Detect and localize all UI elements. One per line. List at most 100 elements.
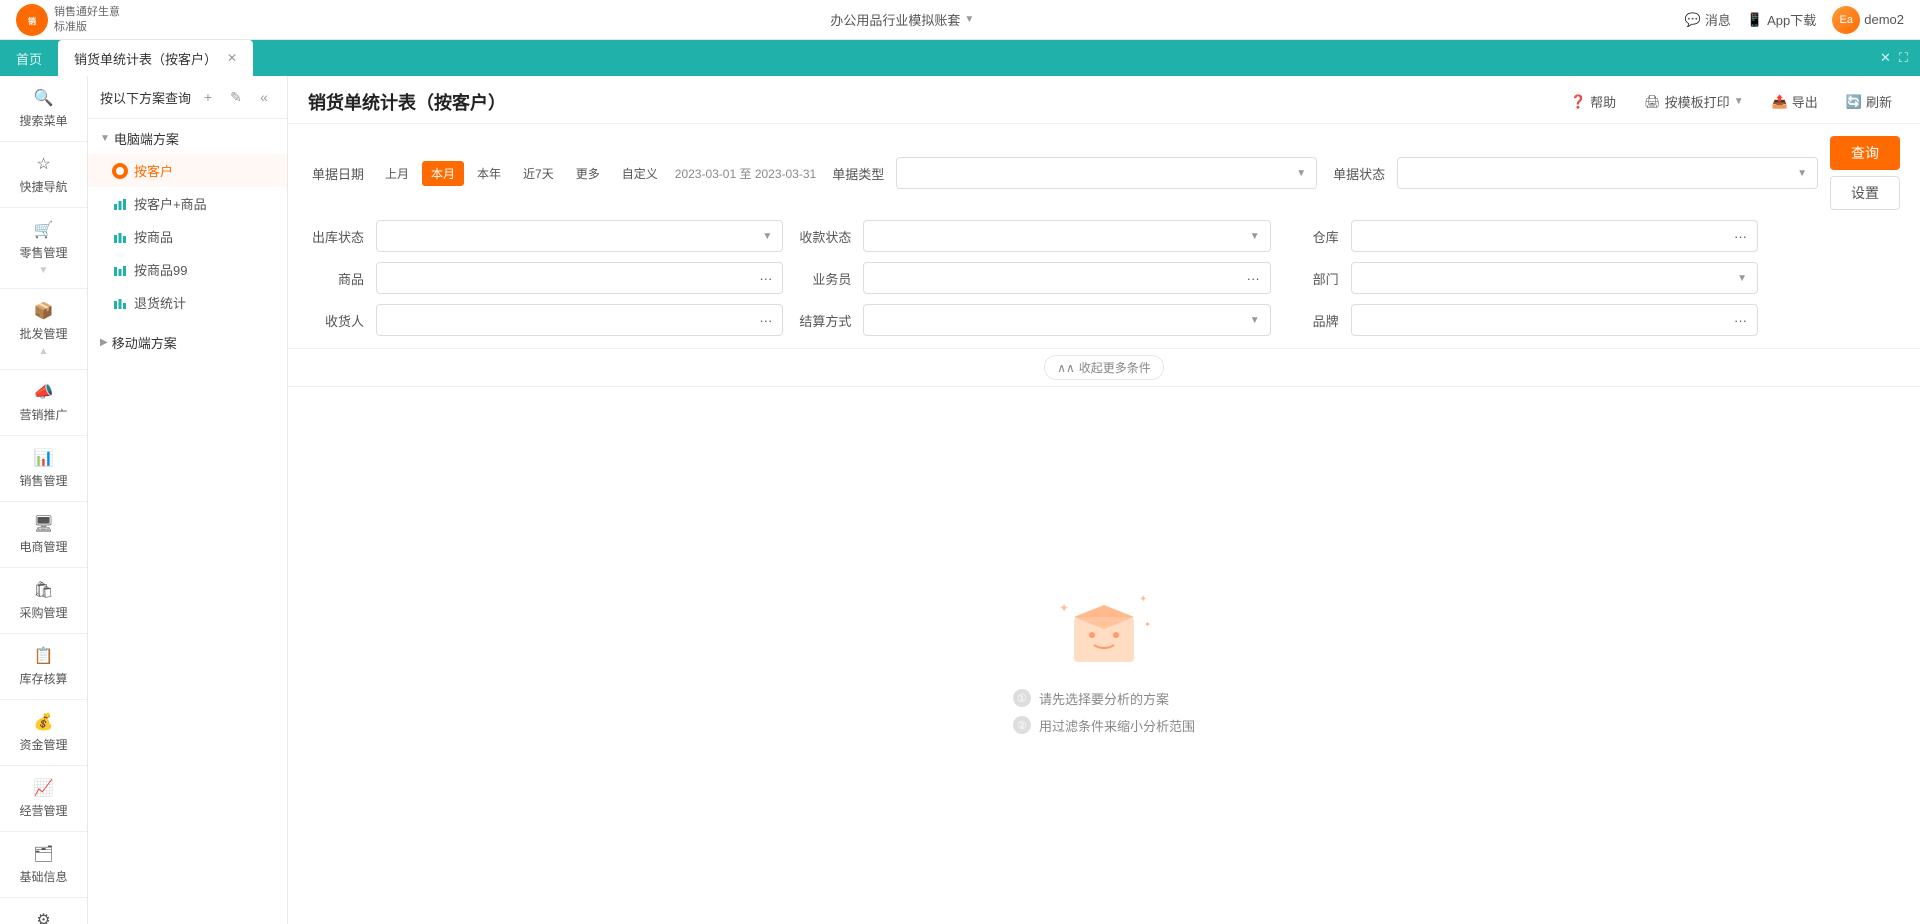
product-input[interactable]: ··· — [376, 262, 783, 294]
collapse-scheme-btn[interactable]: « — [253, 86, 275, 108]
print-icon: 🖨 — [1644, 94, 1661, 110]
scheme-item-by-customer[interactable]: 按客户 — [88, 154, 287, 187]
more-btn[interactable]: 更多 — [567, 161, 609, 186]
sidebar-item-finance[interactable]: 💰 资金管理 — [0, 700, 87, 766]
date-range-display: 2023-03-01 至 2023-03-31 — [675, 165, 816, 182]
export-btn[interactable]: 📤 导出 — [1764, 88, 1826, 115]
last-month-btn[interactable]: 上月 — [376, 161, 418, 186]
warehouse-label: 仓库 — [1283, 227, 1339, 246]
chart-icon-4 — [112, 295, 128, 311]
filter-row-2: 出库状态 ▼ 收款状态 ▼ 仓库 ··· — [308, 220, 1900, 252]
app-title-area[interactable]: 办公用品行业模拟账套 ▼ — [830, 10, 974, 29]
brand-input[interactable]: ··· — [1351, 304, 1758, 336]
sidebar-item-shortcut[interactable]: ☆ 快捷导航 — [0, 142, 87, 208]
salesman-dots-icon: ··· — [1247, 271, 1260, 286]
order-status-select[interactable]: ▼ — [1397, 157, 1818, 189]
header-right: 💬 消息 📱 App下载 Ea demo2 — [1685, 6, 1904, 34]
filter-row-3: 商品 ··· 业务员 ··· 部门 ▼ — [308, 262, 1900, 294]
export-icon: 📤 — [1772, 94, 1788, 110]
filter-row-4: 收货人 ··· 结算方式 ▼ 品牌 ··· — [308, 304, 1900, 336]
app-title-dropdown-icon: ▼ — [964, 14, 974, 25]
product-label: 商品 — [308, 269, 364, 288]
scheme-item-return-stats[interactable]: 退货统计 — [88, 286, 287, 319]
order-type-select[interactable]: ▼ — [896, 157, 1317, 189]
warehouse-dots-icon: ··· — [1734, 229, 1747, 244]
sidebar-item-purchase[interactable]: 🛍 采购管理 — [0, 568, 87, 634]
chart-icon-3 — [112, 262, 128, 278]
collapse-up-icon: ∧∧ — [1057, 361, 1075, 375]
user-area[interactable]: Ea demo2 — [1832, 6, 1904, 34]
help-btn[interactable]: ❓ 帮助 — [1562, 88, 1624, 115]
sidebar-item-system[interactable]: ⚙ 系统管理 — [0, 898, 87, 924]
receiver-label: 收货人 — [308, 311, 364, 330]
settlement-select[interactable]: ▼ — [863, 304, 1270, 336]
salesman-input[interactable]: ··· — [863, 262, 1270, 294]
add-icon: + — [204, 89, 212, 105]
settings-btn[interactable]: 设置 — [1830, 176, 1900, 210]
sidebar-item-operation[interactable]: 📈 经营管理 — [0, 766, 87, 832]
sidebar-item-sales[interactable]: 📊 销售管理 — [0, 436, 87, 502]
main-layout: 🔍 搜索菜单 ☆ 快捷导航 🛒 零售管理 ▼ 📦 批发管理 ▲ 📣 营销推广 📊… — [0, 76, 1920, 924]
department-select[interactable]: ▼ — [1351, 262, 1758, 294]
marketing-icon: 📣 — [34, 382, 54, 402]
date-group: 上月 本月 本年 近7天 更多 自定义 2023-03-01 至 2023-03… — [376, 161, 816, 186]
empty-state: ✦ ✦ ✦ ① 请先选择要分析的方案 ② 用过滤条件来缩小分析范围 — [288, 387, 1920, 924]
refresh-btn[interactable]: 🔄 刷新 — [1838, 88, 1900, 115]
edit-icon: ✎ — [230, 89, 242, 106]
filter-row-1: 单据日期 上月 本月 本年 近7天 更多 自定义 2023-03-01 至 20… — [308, 136, 1900, 210]
empty-msg-1: ① 请先选择要分析的方案 — [1013, 689, 1195, 708]
edit-scheme-btn[interactable]: ✎ — [225, 86, 247, 108]
operation-icon: 📈 — [34, 778, 54, 798]
sidebar-item-search[interactable]: 🔍 搜索菜单 — [0, 76, 87, 142]
scheme-item-product-99[interactable]: 按商品99 — [88, 253, 287, 286]
custom-btn[interactable]: 自定义 — [613, 161, 667, 186]
sidebar-item-wholesale[interactable]: 📦 批发管理 ▲ — [0, 289, 87, 370]
tab-close-icon[interactable]: ✕ — [227, 51, 237, 65]
out-status-dropdown-icon: ▼ — [762, 231, 772, 242]
star-icon: ☆ — [36, 154, 50, 174]
settlement-dropdown-icon: ▼ — [1250, 315, 1260, 326]
collapse-conditions-btn[interactable]: ∧∧ 收起更多条件 — [1044, 355, 1164, 380]
filter-bar: 单据日期 上月 本月 本年 近7天 更多 自定义 2023-03-01 至 20… — [288, 124, 1920, 349]
sidebar-item-ecommerce[interactable]: 🖥 电商管理 — [0, 502, 87, 568]
query-btn[interactable]: 查询 — [1830, 136, 1900, 170]
app-download-btn[interactable]: 📱 App下载 — [1747, 10, 1816, 29]
app-title: 办公用品行业模拟账套 — [830, 10, 960, 29]
receiver-input[interactable]: ··· — [376, 304, 783, 336]
maximize-window-icon[interactable]: ⛶ — [1899, 50, 1908, 66]
scheme-item-customer-product[interactable]: 按客户+商品 — [88, 187, 287, 220]
tab-bar: 首页 销货单统计表（按客户） ✕ ✕ ⛶ — [0, 40, 1920, 76]
title-actions: ❓ 帮助 🖨 按模板打印 ▼ 📤 导出 🔄 刷新 — [1562, 88, 1900, 115]
add-scheme-btn[interactable]: + — [197, 86, 219, 108]
scheme-item-by-product[interactable]: 按商品 — [88, 220, 287, 253]
message-icon: 💬 — [1685, 12, 1701, 28]
sidebar-item-marketing[interactable]: 📣 营销推广 — [0, 370, 87, 436]
receipt-status-dropdown-icon: ▼ — [1250, 231, 1260, 242]
this-year-btn[interactable]: 本年 — [468, 161, 510, 186]
collapse-icon: « — [260, 89, 268, 105]
this-month-btn[interactable]: 本月 — [422, 161, 464, 186]
desktop-group-arrow-icon: ▼ — [100, 133, 110, 144]
order-type-label: 单据类型 — [828, 164, 884, 183]
template-print-btn[interactable]: 🖨 按模板打印 ▼ — [1636, 88, 1751, 115]
receipt-status-select[interactable]: ▼ — [863, 220, 1270, 252]
tab-sales-report[interactable]: 销货单统计表（按客户） ✕ — [58, 40, 253, 76]
sidebar-item-basic[interactable]: 🗂 基础信息 — [0, 832, 87, 898]
inventory-icon: 📋 — [34, 646, 54, 666]
purchase-icon: 🛍 — [33, 580, 53, 600]
empty-illustration: ✦ ✦ ✦ — [1044, 577, 1164, 677]
message-btn[interactable]: 💬 消息 — [1685, 10, 1731, 29]
desktop-group-title[interactable]: ▼ 电脑端方案 — [88, 123, 287, 154]
order-status-label: 单据状态 — [1329, 164, 1385, 183]
tab-home[interactable]: 首页 — [0, 40, 58, 76]
close-window-icon[interactable]: ✕ — [1880, 50, 1891, 66]
warehouse-input[interactable]: ··· — [1351, 220, 1758, 252]
sidebar-item-retail[interactable]: 🛒 零售管理 ▼ — [0, 208, 87, 289]
wholesale-icon: 📦 — [34, 301, 54, 321]
svg-text:✦: ✦ — [1139, 594, 1147, 605]
out-status-select[interactable]: ▼ — [376, 220, 783, 252]
sidebar-item-inventory[interactable]: 📋 库存核算 — [0, 634, 87, 700]
last-7-days-btn[interactable]: 近7天 — [514, 161, 563, 186]
logo-area: 销 销售通好生意 标准版 — [16, 4, 120, 36]
mobile-group-title[interactable]: ▶ 移动端方案 — [88, 327, 287, 358]
